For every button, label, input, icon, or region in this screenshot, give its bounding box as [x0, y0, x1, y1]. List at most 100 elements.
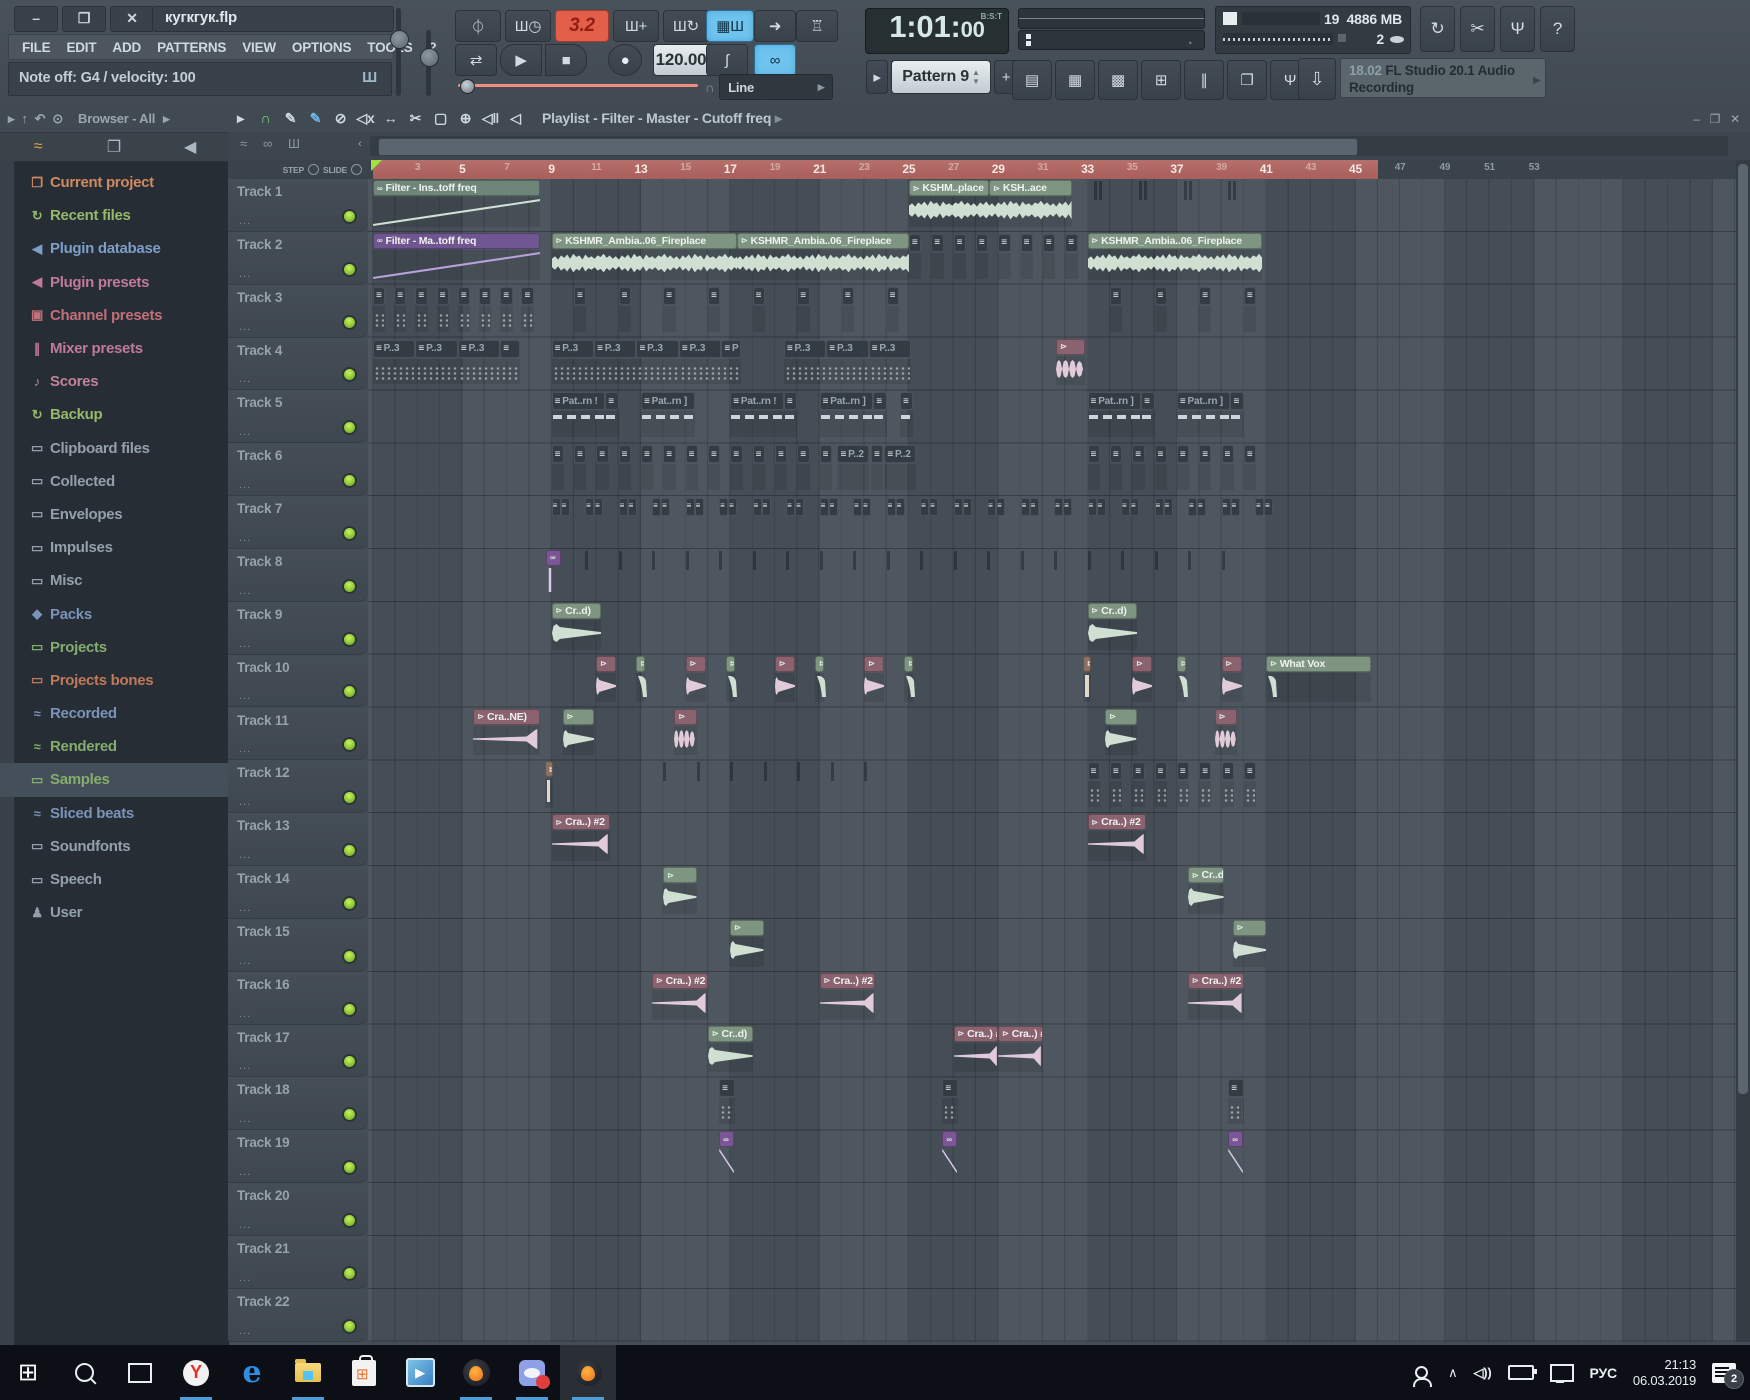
wait-for-input-button[interactable]: Ш◷	[505, 10, 551, 42]
pattern-clip[interactable]: ≡	[786, 498, 795, 516]
pattern-clip[interactable]: ≡	[1021, 233, 1033, 282]
track-name-label[interactable]: Track 18	[237, 1082, 289, 1097]
pattern-spinner[interactable]: ▲▼	[972, 68, 980, 86]
pattern-clip[interactable]: ≡	[954, 498, 963, 516]
browser-item-rendered[interactable]: ≈Rendered	[14, 730, 228, 763]
browser-item-soundfonts[interactable]: ▭Soundfonts	[14, 830, 228, 863]
audio-clip[interactable]: ⊳	[1083, 656, 1091, 705]
clock[interactable]: 21:13 06.03.2019	[1633, 1357, 1696, 1389]
pattern-clip[interactable]: ≡	[987, 498, 996, 516]
track-mute-led[interactable]	[342, 1107, 357, 1122]
track-mute-led[interactable]	[342, 473, 357, 488]
toggle-plugin-picker-button[interactable]: ❐	[1227, 60, 1267, 100]
pattern-clip[interactable]: ≡	[1088, 761, 1100, 810]
audio-clip[interactable]: ⊳KSHMR_Ambia..06_Fireplace	[737, 233, 909, 282]
track-name-label[interactable]: Track 8	[237, 554, 282, 569]
pattern-clip[interactable]: ≡	[996, 498, 1005, 516]
clip-fragment[interactable]	[1189, 181, 1192, 200]
pattern-clip[interactable]: ≡	[619, 286, 631, 335]
track-mute-led[interactable]	[342, 1266, 357, 1281]
pattern-clip[interactable]: ≡	[1231, 498, 1240, 516]
task-view-button[interactable]	[112, 1345, 168, 1400]
pattern-clip[interactable]: ≡	[820, 444, 832, 493]
playlist-window-controls[interactable]: –❐✕	[1693, 112, 1740, 126]
clip-fragment[interactable]	[1021, 551, 1024, 570]
browser-search-icon[interactable]: ⊙	[52, 111, 63, 126]
pattern-clip[interactable]: ≡	[1130, 498, 1139, 516]
toggle-playlist-button[interactable]: ▤	[1012, 60, 1052, 100]
pattern-clip[interactable]: ≡	[1063, 498, 1072, 516]
automation-clip[interactable]: ∞	[1228, 1131, 1244, 1180]
track-header-6[interactable]: Track 6...	[228, 443, 368, 496]
pattern-clip[interactable]: ≡	[753, 498, 762, 516]
track-header-4[interactable]: Track 4...	[228, 338, 368, 391]
vertical-scrollbar[interactable]	[1736, 160, 1750, 1342]
close-button[interactable]: ✕	[110, 6, 154, 32]
pattern-clip[interactable]: ≡	[458, 286, 470, 335]
audio-clip[interactable]: ⊳Cra..) #2	[552, 814, 610, 863]
song-mode-arrow-button[interactable]: ➜	[754, 10, 796, 42]
pattern-clip[interactable]: ≡	[1164, 498, 1173, 516]
audio-clip[interactable]: ⊳	[663, 867, 696, 916]
file-explorer-icon[interactable]	[280, 1345, 336, 1400]
scroll-left-icon[interactable]: ‹	[358, 138, 361, 150]
pattern-clip[interactable]: ≡	[719, 1078, 735, 1127]
toggle-step-sequencer-button[interactable]: ▦	[1055, 60, 1095, 100]
pattern-clip[interactable]: ≡	[887, 286, 899, 335]
track-header-12[interactable]: Track 12...	[228, 760, 368, 813]
pattern-clip[interactable]: ≡	[753, 286, 765, 335]
clip-fragment[interactable]	[1054, 551, 1057, 570]
track-options-dots[interactable]: ...	[239, 373, 251, 385]
performance-mode-button[interactable]: ♖	[796, 10, 838, 42]
menu-item-file[interactable]: FILE	[15, 40, 57, 55]
patterns-tab-icon[interactable]: Ш	[288, 136, 300, 151]
browser-item-envelopes[interactable]: ▭Envelopes	[14, 498, 228, 531]
audio-clip[interactable]: ⊳Cra..) #2	[998, 1026, 1043, 1075]
browser-item-user[interactable]: ♟User	[14, 896, 228, 929]
draw-tool-icon[interactable]: ✎	[278, 110, 303, 127]
track-mute-led[interactable]	[342, 632, 357, 647]
pattern-clip[interactable]: ≡	[437, 286, 449, 335]
pattern-clip[interactable]: ≡P	[721, 339, 741, 388]
audio-clip[interactable]: ⊳	[726, 656, 735, 705]
people-icon[interactable]	[1415, 1366, 1432, 1379]
delete-tool-icon[interactable]: ⊘	[328, 110, 353, 127]
pattern-clip[interactable]: ≡	[394, 286, 406, 335]
media-player-icon[interactable]: ▶	[392, 1345, 448, 1400]
automation-clip[interactable]: ∞Filter - Ma..toff freq	[373, 233, 540, 282]
clip-fragment[interactable]	[987, 551, 990, 570]
track-name-label[interactable]: Track 12	[237, 765, 289, 780]
track-options-dots[interactable]: ...	[239, 426, 251, 438]
track-name-label[interactable]: Track 21	[237, 1241, 289, 1256]
browser-nav-icons[interactable]: ▸↑↶⊙	[8, 111, 70, 127]
track-mute-led[interactable]	[342, 1213, 357, 1228]
track-mute-led[interactable]	[342, 684, 357, 699]
browser-item-speech[interactable]: ▭Speech	[14, 863, 228, 896]
track-options-dots[interactable]: ...	[239, 268, 251, 280]
clip-fragment[interactable]	[954, 551, 957, 570]
track-mute-led[interactable]	[342, 949, 357, 964]
toggle-browser-button[interactable]: ⊞	[1141, 60, 1181, 100]
track-name-label[interactable]: Track 14	[237, 871, 289, 886]
snap-magnet-icon[interactable]: ∩	[253, 110, 278, 127]
mic-record-button[interactable]: Ψ	[1500, 6, 1535, 52]
pattern-clip[interactable]: ≡	[695, 498, 704, 516]
sync-button[interactable]: ↻	[1420, 6, 1455, 52]
audio-clip[interactable]: ⊳Cr..d)	[552, 603, 601, 652]
clip-fragment[interactable]	[585, 551, 588, 570]
pattern-clip[interactable]: ≡	[561, 498, 570, 516]
pattern-clip[interactable]: ≡	[661, 498, 670, 516]
pattern-clip[interactable]: ≡P..3	[784, 339, 826, 388]
pattern-clip[interactable]: ≡	[728, 498, 737, 516]
audio-clip[interactable]: ⊳	[1177, 656, 1186, 705]
pattern-clip[interactable]: ≡P..2	[837, 444, 868, 493]
cut-clipboard-button[interactable]: ✂	[1460, 6, 1495, 52]
track-name-label[interactable]: Track 20	[237, 1188, 289, 1203]
pattern-clip[interactable]: ≡	[1188, 498, 1197, 516]
volume-icon[interactable]: ◁))	[1473, 1365, 1491, 1381]
pattern-clip[interactable]: ≡	[1199, 761, 1211, 810]
pattern-clip[interactable]: ≡	[1030, 498, 1039, 516]
pattern-clip[interactable]: ≡	[1222, 444, 1234, 493]
pattern-clip[interactable]: ≡	[1230, 391, 1243, 440]
pattern-clip[interactable]: ≡	[1222, 498, 1231, 516]
